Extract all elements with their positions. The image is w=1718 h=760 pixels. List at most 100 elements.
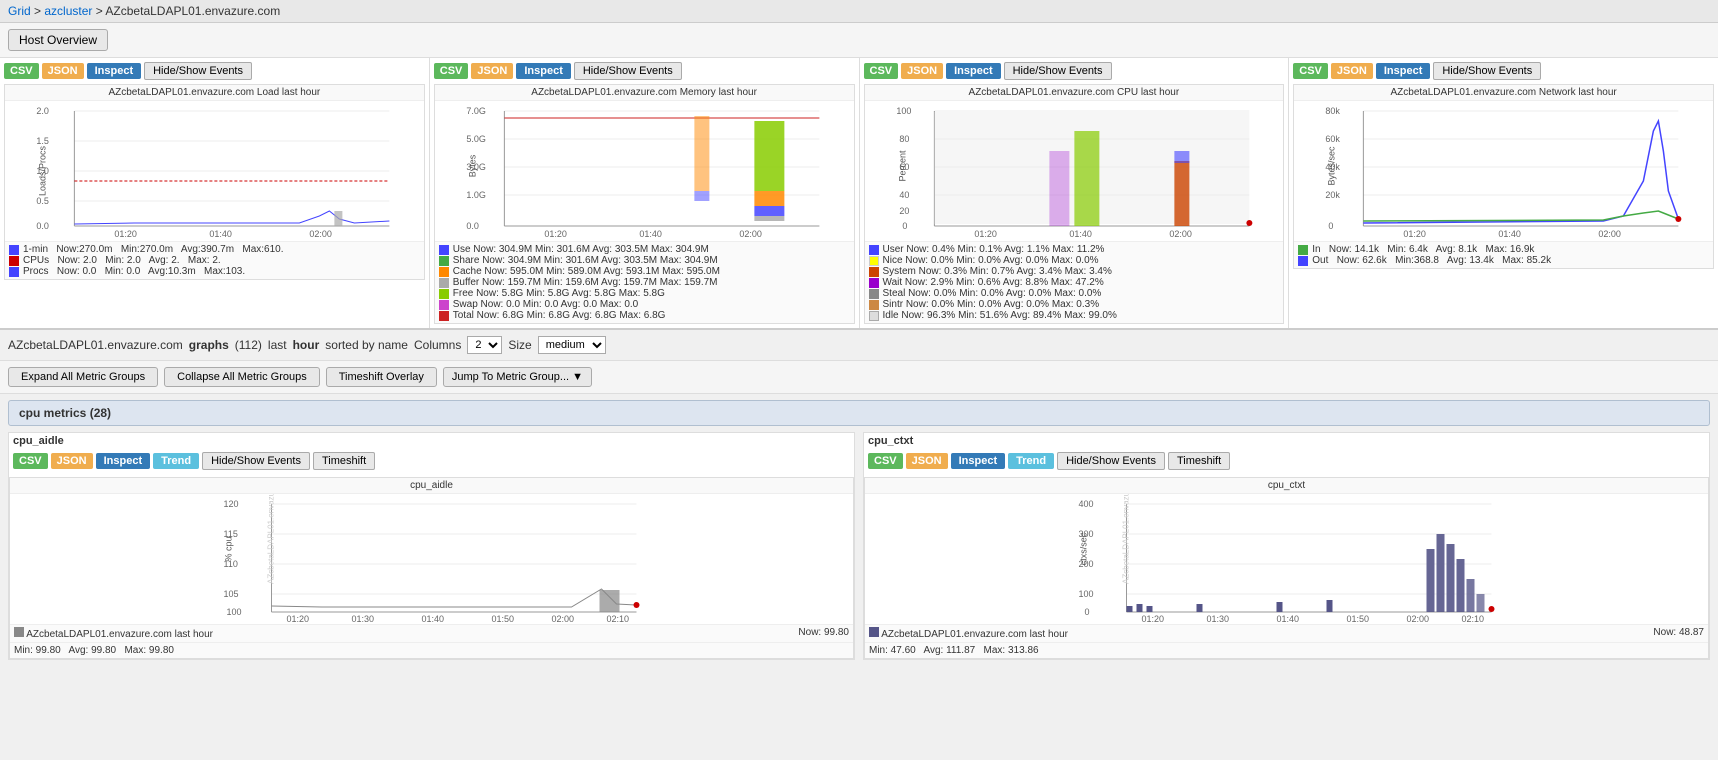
load-legend-procs-color: [9, 267, 19, 277]
cpu-chart-title: AZcbetaLDAPL01.envazure.com CPU last hou…: [865, 85, 1284, 101]
network-toolbar: CSV JSON Inspect Hide/Show Events: [1293, 62, 1714, 80]
load-legend: 1-min Now:270.0m Min:270.0m Avg:390.7m M…: [5, 241, 424, 279]
cpu-ctxt-json-button[interactable]: JSON: [906, 453, 948, 469]
cpu-ctxt-csv-button[interactable]: CSV: [868, 453, 903, 469]
cpu-aidle-csv-button[interactable]: CSV: [13, 453, 48, 469]
cpu-ctxt-toolbar: CSV JSON Inspect Trend Hide/Show Events …: [864, 449, 1709, 473]
memory-legend: Use Now: 304.9M Min: 301.6M Avg: 303.5M …: [435, 241, 854, 323]
timeshift-overlay-button[interactable]: Timeshift Overlay: [326, 367, 437, 387]
metric-group-cpu: cpu metrics (28) cpu_aidle CSV JSON Insp…: [0, 400, 1718, 666]
svg-text:02:00: 02:00: [1407, 614, 1430, 624]
load-panel: CSV JSON Inspect Hide/Show Events AZcbet…: [0, 58, 430, 328]
cpu-ctxt-chart: cpu_ctxt 400 300 200 100 0 ctxs/sec: [864, 477, 1709, 659]
svg-text:AZcbetaLDAPL01.envazure.com: AZcbetaLDAPL01.envazure.com: [1122, 494, 1131, 584]
memory-inspect-button[interactable]: Inspect: [516, 63, 571, 79]
svg-text:7.0G: 7.0G: [466, 106, 486, 116]
network-inspect-button[interactable]: Inspect: [1376, 63, 1431, 79]
jump-chevron-icon: ▼: [572, 371, 583, 383]
svg-text:01:40: 01:40: [1277, 614, 1300, 624]
cpu-legend-wait: Wait Now: 2.9% Min: 0.6% Avg: 8.8% Max: …: [883, 277, 1104, 288]
svg-text:02:00: 02:00: [1599, 229, 1622, 239]
cpu-hide-show-button[interactable]: Hide/Show Events: [1004, 62, 1112, 80]
svg-text:02:00: 02:00: [552, 614, 575, 624]
graphs-columns-select[interactable]: 1 2 3 4: [467, 336, 502, 354]
svg-text:100: 100: [1079, 589, 1094, 599]
svg-text:20: 20: [899, 206, 909, 216]
svg-text:400: 400: [1079, 499, 1094, 509]
svg-text:01:50: 01:50: [1347, 614, 1370, 624]
network-json-button[interactable]: JSON: [1331, 63, 1373, 79]
svg-text:02:10: 02:10: [607, 614, 630, 624]
svg-text:01:20: 01:20: [974, 229, 997, 239]
jump-to-metric-button[interactable]: Jump To Metric Group... ▼: [443, 367, 592, 387]
cpu-aidle-timeshift-button[interactable]: Timeshift: [313, 452, 375, 470]
cpu-ctxt-trend-button[interactable]: Trend: [1008, 453, 1054, 469]
svg-text:0: 0: [1329, 221, 1334, 231]
cpu-inspect-button[interactable]: Inspect: [946, 63, 1001, 79]
load-chart-title: AZcbetaLDAPL01.envazure.com Load last ho…: [5, 85, 424, 101]
load-inspect-button[interactable]: Inspect: [87, 63, 142, 79]
cpu-ctxt-inspect-button[interactable]: Inspect: [951, 453, 1006, 469]
cpu-aidle-now: Now: 99.80: [798, 627, 849, 638]
cpu-aidle-json-button[interactable]: JSON: [51, 453, 93, 469]
svg-text:80k: 80k: [1326, 106, 1341, 116]
svg-text:01:30: 01:30: [352, 614, 375, 624]
cpu-ctxt-chart-title: cpu_ctxt: [865, 478, 1708, 494]
memory-json-button[interactable]: JSON: [471, 63, 513, 79]
jump-label: Jump To Metric Group...: [452, 371, 569, 383]
host-overview-button[interactable]: Host Overview: [8, 29, 108, 51]
breadcrumb-cluster[interactable]: azcluster: [44, 4, 92, 18]
memory-csv-button[interactable]: CSV: [434, 63, 469, 79]
load-hide-show-button[interactable]: Hide/Show Events: [144, 62, 252, 80]
cpu-aidle-max: Max: 99.80: [119, 645, 174, 656]
graphs-header: AZcbetaLDAPL01.envazure.com graphs (112)…: [0, 330, 1718, 361]
graphs-size-label: Size: [508, 338, 531, 352]
memory-legend-share: Share Now: 304.9M Min: 301.6M Avg: 303.5…: [453, 255, 718, 266]
svg-text:01:20: 01:20: [287, 614, 310, 624]
cpu-aidle-panel: cpu_aidle CSV JSON Inspect Trend Hide/Sh…: [8, 432, 855, 660]
network-hide-show-button[interactable]: Hide/Show Events: [1433, 62, 1541, 80]
svg-text:01:40: 01:40: [1069, 229, 1092, 239]
svg-text:Bytes: Bytes: [467, 154, 477, 177]
load-csv-button[interactable]: CSV: [4, 63, 39, 79]
memory-hide-show-button[interactable]: Hide/Show Events: [574, 62, 682, 80]
svg-text:Bytes/sec: Bytes/sec: [1327, 146, 1337, 186]
expand-all-button[interactable]: Expand All Metric Groups: [8, 367, 158, 387]
load-json-button[interactable]: JSON: [42, 63, 84, 79]
collapse-all-button[interactable]: Collapse All Metric Groups: [164, 367, 320, 387]
graphs-sorted: sorted by name: [325, 338, 408, 352]
breadcrumb-grid[interactable]: Grid: [8, 4, 31, 18]
svg-text:5.0G: 5.0G: [466, 134, 486, 144]
cpu-aidle-hide-show-button[interactable]: Hide/Show Events: [202, 452, 310, 470]
cpu-aidle-chart-title: cpu_aidle: [10, 478, 853, 494]
network-chart-svg: 80k 60k 40k 20k 0 Bytes/sec 01:20 01:40 …: [1294, 101, 1713, 241]
graphs-size-select[interactable]: small medium large: [538, 336, 606, 354]
cpu-csv-button[interactable]: CSV: [864, 63, 899, 79]
svg-text:01:40: 01:40: [209, 229, 232, 239]
cpu-ctxt-hide-show-button[interactable]: Hide/Show Events: [1057, 452, 1165, 470]
svg-text:01:50: 01:50: [492, 614, 515, 624]
cpu-aidle-trend-button[interactable]: Trend: [153, 453, 199, 469]
cpu-legend-nice: Nice Now: 0.0% Min: 0.0% Avg: 0.0% Max: …: [883, 255, 1099, 266]
cpu-aidle-stats: Min: 99.80 Avg: 99.80 Max: 99.80: [10, 642, 853, 658]
load-legend-1min: 1-min Now:270.0m Min:270.0m Avg:390.7m M…: [23, 244, 284, 255]
network-legend-out: Out Now: 62.6k Min:368.8 Avg: 13.4k Max:…: [1312, 255, 1551, 266]
cpu-ctxt-timeshift-button[interactable]: Timeshift: [1168, 452, 1230, 470]
svg-text:80: 80: [899, 134, 909, 144]
cpu-aidle-inspect-button[interactable]: Inspect: [96, 453, 151, 469]
svg-text:0.0: 0.0: [466, 221, 479, 231]
svg-text:100: 100: [896, 106, 911, 116]
network-csv-button[interactable]: CSV: [1293, 63, 1328, 79]
svg-text:100: 100: [227, 607, 242, 617]
network-legend-in: In Now: 14.1k Min: 6.4k Avg: 8.1k Max: 1…: [1312, 244, 1534, 255]
svg-text:0.0: 0.0: [36, 221, 49, 231]
cpu-ctxt-stats: Min: 47.60 Avg: 111.87 Max: 313.86: [865, 642, 1708, 658]
graphs-label: graphs: [189, 338, 229, 352]
cpu-legend-user: User Now: 0.4% Min: 0.1% Avg: 1.1% Max: …: [883, 244, 1105, 255]
cpu-json-button[interactable]: JSON: [901, 63, 943, 79]
cpu-aidle-legend: AZcbetaLDAPL01.envazure.com last hour No…: [10, 624, 853, 642]
cpu-toolbar: CSV JSON Inspect Hide/Show Events: [864, 62, 1285, 80]
svg-text:40: 40: [899, 190, 909, 200]
memory-legend-use: Use Now: 304.9M Min: 301.6M Avg: 303.5M …: [453, 244, 709, 255]
memory-legend-buffer: Buffer Now: 159.7M Min: 159.6M Avg: 159.…: [453, 277, 718, 288]
